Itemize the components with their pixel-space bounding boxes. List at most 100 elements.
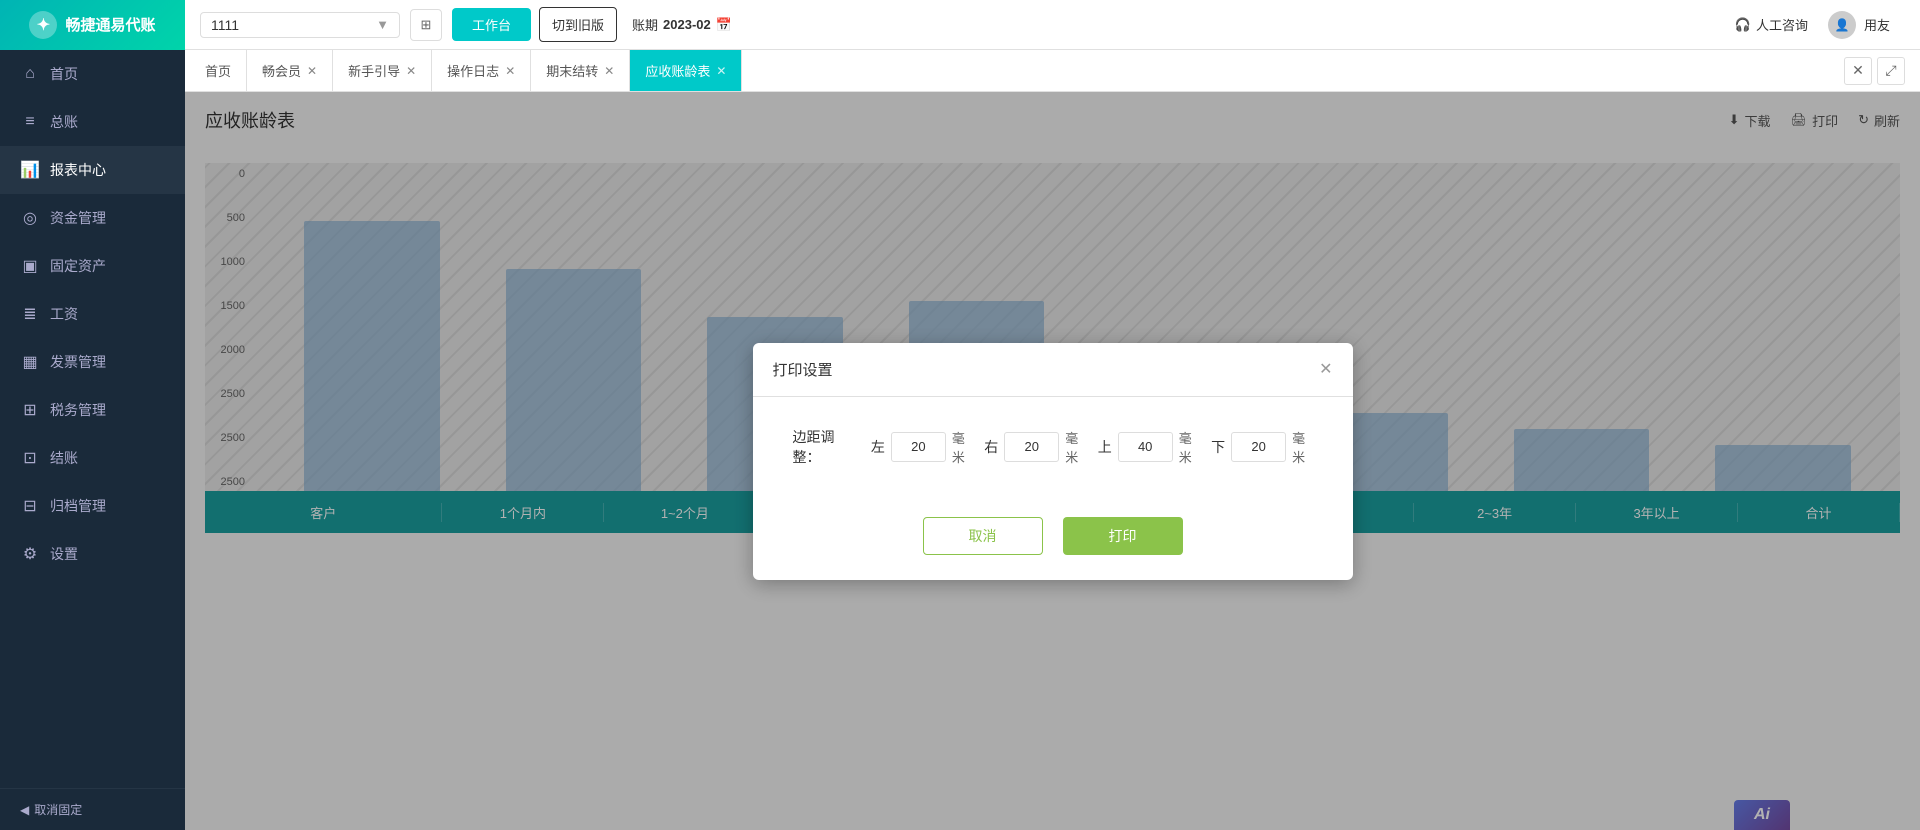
sidebar-item-tax[interactable]: ⊞ 税务管理 <box>0 386 185 434</box>
bottom-margin-group: 下 毫米 <box>1211 428 1312 466</box>
right-margin-group: 右 毫米 <box>984 428 1085 466</box>
left-margin-group: 左 毫米 <box>871 428 972 466</box>
collapse-icon: ◀ <box>20 803 29 817</box>
close-tab-button[interactable]: ✕ <box>1844 57 1872 85</box>
sidebar-item-funds[interactable]: ◎ 资金管理 <box>0 194 185 242</box>
sidebar-label-tax: 税务管理 <box>50 400 106 420</box>
main-layout: ⌂ 首页 ≡ 总账 📊 报表中心 ◎ 资金管理 ▣ 固定资产 ≣ 工资 ▦ 发票… <box>0 50 1920 830</box>
sidebar-icon-ledger: ≡ <box>20 113 40 131</box>
tab-member[interactable]: 畅会员 ✕ <box>247 50 333 92</box>
tab-period-end[interactable]: 期末结转 ✕ <box>531 50 630 92</box>
top-header: ✦ 畅捷通易代账 1111 ▼ ⊞ 工作台 切到旧版 账期 2023-02 📅 … <box>0 0 1920 50</box>
collapse-label: 取消固定 <box>34 801 82 818</box>
sidebar-item-home[interactable]: ⌂ 首页 <box>0 50 185 98</box>
sidebar-label-reports: 报表中心 <box>50 160 106 180</box>
sidebar-icon-home: ⌂ <box>20 65 40 83</box>
left-margin-input[interactable] <box>891 432 946 462</box>
company-selector[interactable]: 1111 ▼ <box>200 12 400 38</box>
tab-home[interactable]: 首页 <box>190 50 247 92</box>
logo-text: 畅捷通易代账 <box>65 14 155 35</box>
tab-guide[interactable]: 新手引导 ✕ <box>333 50 432 92</box>
print-settings-dialog: 打印设置 ✕ 边距调整： 左 毫米 右 <box>753 343 1353 580</box>
sidebar-icon-funds: ◎ <box>20 208 40 228</box>
bottom-label: 下 <box>1211 437 1225 457</box>
avatar: 👤 <box>1828 11 1856 39</box>
tab-close-period-end[interactable]: ✕ <box>604 64 614 78</box>
tab-close-member[interactable]: ✕ <box>307 64 317 78</box>
dialog-footer: 取消 打印 <box>753 497 1353 580</box>
right-margin-input[interactable] <box>1004 432 1059 462</box>
sidebar-item-settle[interactable]: ⊡ 结账 <box>0 434 185 482</box>
tab-label-oplog: 操作日志 <box>447 61 499 80</box>
tabs-bar: 首页畅会员 ✕ 新手引导 ✕ 操作日志 ✕ 期末结转 ✕ 应收账龄表 ✕ ✕ ⤢ <box>185 50 1920 92</box>
tab-close-guide[interactable]: ✕ <box>406 64 416 78</box>
dialog-overlay: 打印设置 ✕ 边距调整： 左 毫米 右 <box>185 92 1920 830</box>
top-margin-group: 上 毫米 <box>1098 428 1199 466</box>
bottom-unit: 毫米 <box>1292 428 1312 466</box>
period-value: 2023-02 <box>663 17 711 32</box>
left-label: 左 <box>871 437 885 457</box>
tab-oplog[interactable]: 操作日志 ✕ <box>432 50 531 92</box>
tab-label-period-end: 期末结转 <box>546 61 598 80</box>
tab-label-ar-aging: 应收账龄表 <box>645 61 710 80</box>
cancel-button[interactable]: 取消 <box>923 517 1043 555</box>
sidebar-label-assets: 固定资产 <box>50 256 106 276</box>
header-right: 🎧 人工咨询 👤 用友 <box>1735 11 1910 39</box>
sidebar-icon-assets: ▣ <box>20 256 40 276</box>
tab-close-ar-aging[interactable]: ✕ <box>716 64 726 78</box>
sidebar-item-archive[interactable]: ⊟ 归档管理 <box>0 482 185 530</box>
user-area[interactable]: 👤 用友 <box>1828 11 1890 39</box>
sidebar-item-assets[interactable]: ▣ 固定资产 <box>0 242 185 290</box>
sidebar-icon-tax: ⊞ <box>20 400 40 420</box>
left-unit: 毫米 <box>952 428 972 466</box>
dialog-close-button[interactable]: ✕ <box>1319 359 1332 379</box>
logo-icon: ✦ <box>29 11 57 39</box>
copy-button[interactable]: ⊞ <box>410 9 442 41</box>
workbench-button[interactable]: 工作台 <box>452 8 531 41</box>
sidebar-item-settings[interactable]: ⚙ 设置 <box>0 530 185 578</box>
switch-old-button[interactable]: 切到旧版 <box>539 7 617 42</box>
page-content: 应收账龄表 ⬇ 下载 🖨 打印 ↻ 刷新 <box>185 92 1920 830</box>
sidebar-label-settle: 结账 <box>50 448 78 468</box>
sidebar-label-salary: 工资 <box>50 304 78 324</box>
confirm-print-button[interactable]: 打印 <box>1063 517 1183 555</box>
right-label: 右 <box>984 437 998 457</box>
consultation-label: 人工咨询 <box>1756 15 1808 34</box>
sidebar-label-home: 首页 <box>50 64 78 84</box>
sidebar-item-invoice[interactable]: ▦ 发票管理 <box>0 338 185 386</box>
sidebar-item-ledger[interactable]: ≡ 总账 <box>0 98 185 146</box>
sidebar-icon-salary: ≣ <box>20 304 40 324</box>
sidebar-item-reports[interactable]: 📊 报表中心 <box>0 146 185 194</box>
company-name: 1111 <box>211 17 368 33</box>
tab-label-member: 畅会员 <box>262 61 301 80</box>
period-area: 账期 2023-02 📅 <box>632 15 732 34</box>
dialog-title: 打印设置 <box>773 359 833 380</box>
consultation-link[interactable]: 🎧 人工咨询 <box>1735 15 1808 34</box>
sidebar-label-archive: 归档管理 <box>50 496 106 516</box>
logo: ✦ 畅捷通易代账 <box>0 0 185 50</box>
top-margin-input[interactable] <box>1118 432 1173 462</box>
calendar-icon[interactable]: 📅 <box>716 17 732 33</box>
sidebar: ⌂ 首页 ≡ 总账 📊 报表中心 ◎ 资金管理 ▣ 固定资产 ≣ 工资 ▦ 发票… <box>0 50 185 830</box>
sidebar-collapse-btn[interactable]: ◀ 取消固定 <box>0 788 185 830</box>
bottom-margin-input[interactable] <box>1231 432 1286 462</box>
sidebar-icon-settle: ⊡ <box>20 448 40 468</box>
period-label: 账期 <box>632 15 658 34</box>
sidebar-item-salary[interactable]: ≣ 工资 <box>0 290 185 338</box>
right-unit: 毫米 <box>1065 428 1085 466</box>
sidebar-label-settings: 设置 <box>50 544 78 564</box>
dialog-body: 边距调整： 左 毫米 右 毫米 <box>753 397 1353 497</box>
margin-row: 边距调整： 左 毫米 右 毫米 <box>793 427 1313 467</box>
headset-icon: 🎧 <box>1735 17 1751 33</box>
maximize-button[interactable]: ⤢ <box>1877 57 1905 85</box>
tab-close-oplog[interactable]: ✕ <box>505 64 515 78</box>
tab-actions: ✕ ⤢ <box>1844 57 1915 85</box>
tab-label-guide: 新手引导 <box>348 61 400 80</box>
sidebar-icon-reports: 📊 <box>20 160 40 180</box>
tab-ar-aging[interactable]: 应收账龄表 ✕ <box>630 50 742 92</box>
top-unit: 毫米 <box>1179 428 1199 466</box>
top-label: 上 <box>1098 437 1112 457</box>
sidebar-icon-settings: ⚙ <box>20 544 40 564</box>
sidebar-label-ledger: 总账 <box>50 112 78 132</box>
sidebar-icon-archive: ⊟ <box>20 496 40 516</box>
